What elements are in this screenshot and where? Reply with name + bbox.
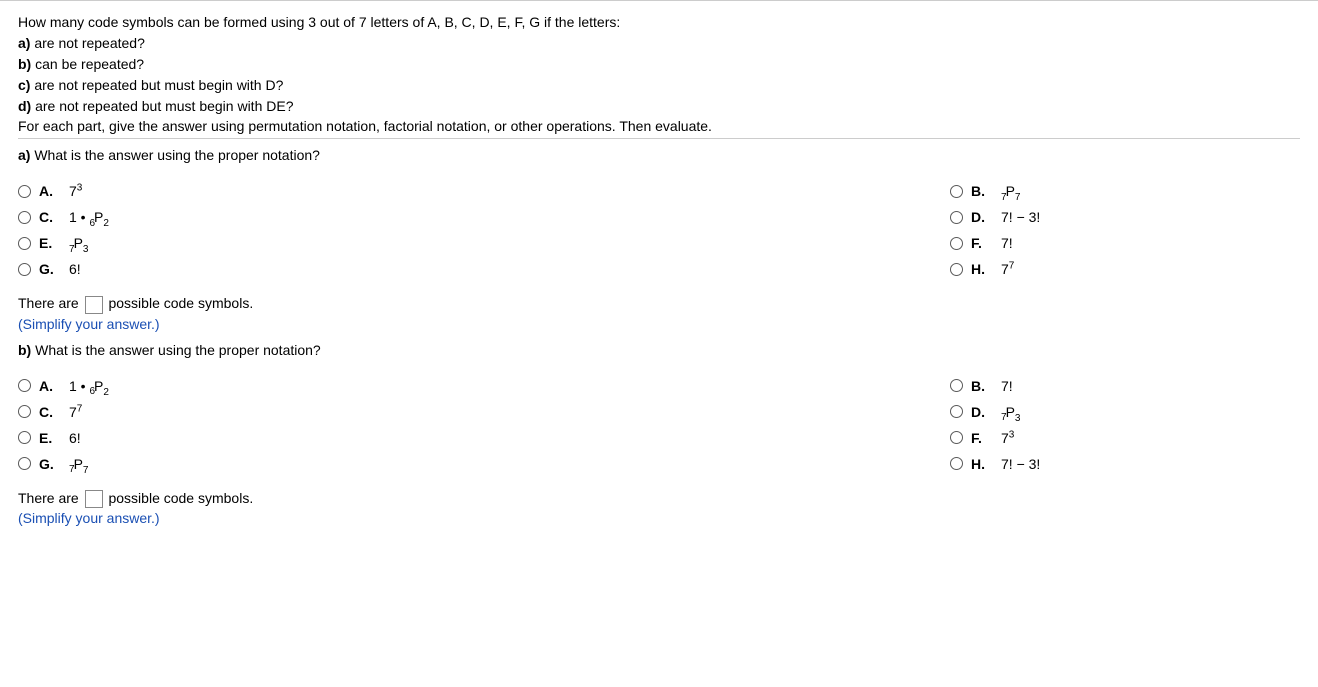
option-h[interactable]: H. 7! − 3! [950, 456, 1300, 472]
option-expression: 6! [69, 430, 81, 446]
option-e[interactable]: E. 7P3 [18, 235, 950, 251]
option-letter: A. [39, 183, 61, 199]
option-g[interactable]: G. 6! [18, 261, 950, 277]
option-b[interactable]: B. 7! [950, 378, 1300, 394]
option-h[interactable]: H. 77 [950, 261, 1300, 277]
option-expression: 77 [69, 404, 82, 420]
part-a-hint: (Simplify your answer.) [18, 316, 1300, 332]
option-b[interactable]: B. 7P7 [950, 183, 1300, 199]
part-b-hint: (Simplify your answer.) [18, 510, 1300, 526]
radio-icon[interactable] [18, 185, 31, 198]
option-letter: A. [39, 378, 61, 394]
part-a-label: a) What is the answer using the proper n… [18, 147, 1300, 163]
answer-input-a[interactable] [85, 296, 103, 314]
stem-d: d) are not repeated but must begin with … [18, 97, 1300, 116]
option-expression: 73 [1001, 430, 1014, 446]
stem-a: a) are not repeated? [18, 34, 1300, 53]
option-expression: 73 [69, 183, 82, 199]
option-a[interactable]: A. 73 [18, 183, 950, 199]
radio-icon[interactable] [950, 405, 963, 418]
option-expression: 7P3 [1001, 404, 1020, 420]
option-expression: 7P3 [69, 235, 88, 251]
option-f[interactable]: F. 73 [950, 430, 1300, 446]
option-letter: D. [971, 404, 993, 420]
option-letter: E. [39, 235, 61, 251]
option-letter: H. [971, 261, 993, 277]
option-letter: F. [971, 235, 993, 251]
part-a-fill: There are possible code symbols. [18, 295, 1300, 313]
radio-icon[interactable] [950, 457, 963, 470]
part-a-options: A. 73 B. 7P7 C. 1 • 6P2 D. 7! − 3! E. 7P3 F. 7! G. 6!… [18, 169, 1300, 289]
question-stem: How many code symbols can be formed usin… [18, 13, 1300, 136]
option-c[interactable]: C. 1 • 6P2 [18, 209, 950, 225]
option-expression: 7! [1001, 378, 1013, 394]
option-letter: D. [971, 209, 993, 225]
stem-intro: How many code symbols can be formed usin… [18, 13, 1300, 32]
option-expression: 7! [1001, 235, 1013, 251]
radio-icon[interactable] [18, 263, 31, 276]
radio-icon[interactable] [950, 379, 963, 392]
radio-icon[interactable] [950, 237, 963, 250]
option-expression: 7P7 [69, 456, 88, 472]
option-letter: E. [39, 430, 61, 446]
radio-icon[interactable] [18, 405, 31, 418]
option-expression: 7! − 3! [1001, 456, 1040, 472]
stem-b: b) can be repeated? [18, 55, 1300, 74]
option-a[interactable]: A. 1 • 6P2 [18, 378, 950, 394]
radio-icon[interactable] [950, 211, 963, 224]
part-b-label: b) What is the answer using the proper n… [18, 342, 1300, 358]
radio-icon[interactable] [18, 431, 31, 444]
stem-instruction: For each part, give the answer using per… [18, 117, 1300, 136]
option-letter: B. [971, 183, 993, 199]
option-c[interactable]: C. 77 [18, 404, 950, 420]
option-letter: G. [39, 261, 61, 277]
option-expression: 6! [69, 261, 81, 277]
option-letter: H. [971, 456, 993, 472]
option-letter: B. [971, 378, 993, 394]
option-letter: G. [39, 456, 61, 472]
option-expression: 7P7 [1001, 183, 1020, 199]
option-e[interactable]: E. 6! [18, 430, 950, 446]
radio-icon[interactable] [950, 263, 963, 276]
radio-icon[interactable] [950, 431, 963, 444]
option-f[interactable]: F. 7! [950, 235, 1300, 251]
radio-icon[interactable] [18, 457, 31, 470]
option-expression: 1 • 6P2 [69, 209, 109, 225]
option-letter: C. [39, 209, 61, 225]
option-expression: 7! − 3! [1001, 209, 1040, 225]
option-letter: C. [39, 404, 61, 420]
stem-c: c) are not repeated but must begin with … [18, 76, 1300, 95]
part-b-options: A. 1 • 6P2 B. 7! C. 77 D. 7P3 E. 6! F. 73 G. 7P7 H. 7! … [18, 364, 1300, 484]
radio-icon[interactable] [18, 211, 31, 224]
radio-icon[interactable] [18, 379, 31, 392]
option-g[interactable]: G. 7P7 [18, 456, 950, 472]
answer-input-b[interactable] [85, 490, 103, 508]
option-d[interactable]: D. 7P3 [950, 404, 1300, 420]
option-letter: F. [971, 430, 993, 446]
radio-icon[interactable] [950, 185, 963, 198]
option-expression: 1 • 6P2 [69, 378, 109, 394]
part-b-fill: There are possible code symbols. [18, 490, 1300, 508]
option-expression: 77 [1001, 261, 1014, 277]
radio-icon[interactable] [18, 237, 31, 250]
option-d[interactable]: D. 7! − 3! [950, 209, 1300, 225]
